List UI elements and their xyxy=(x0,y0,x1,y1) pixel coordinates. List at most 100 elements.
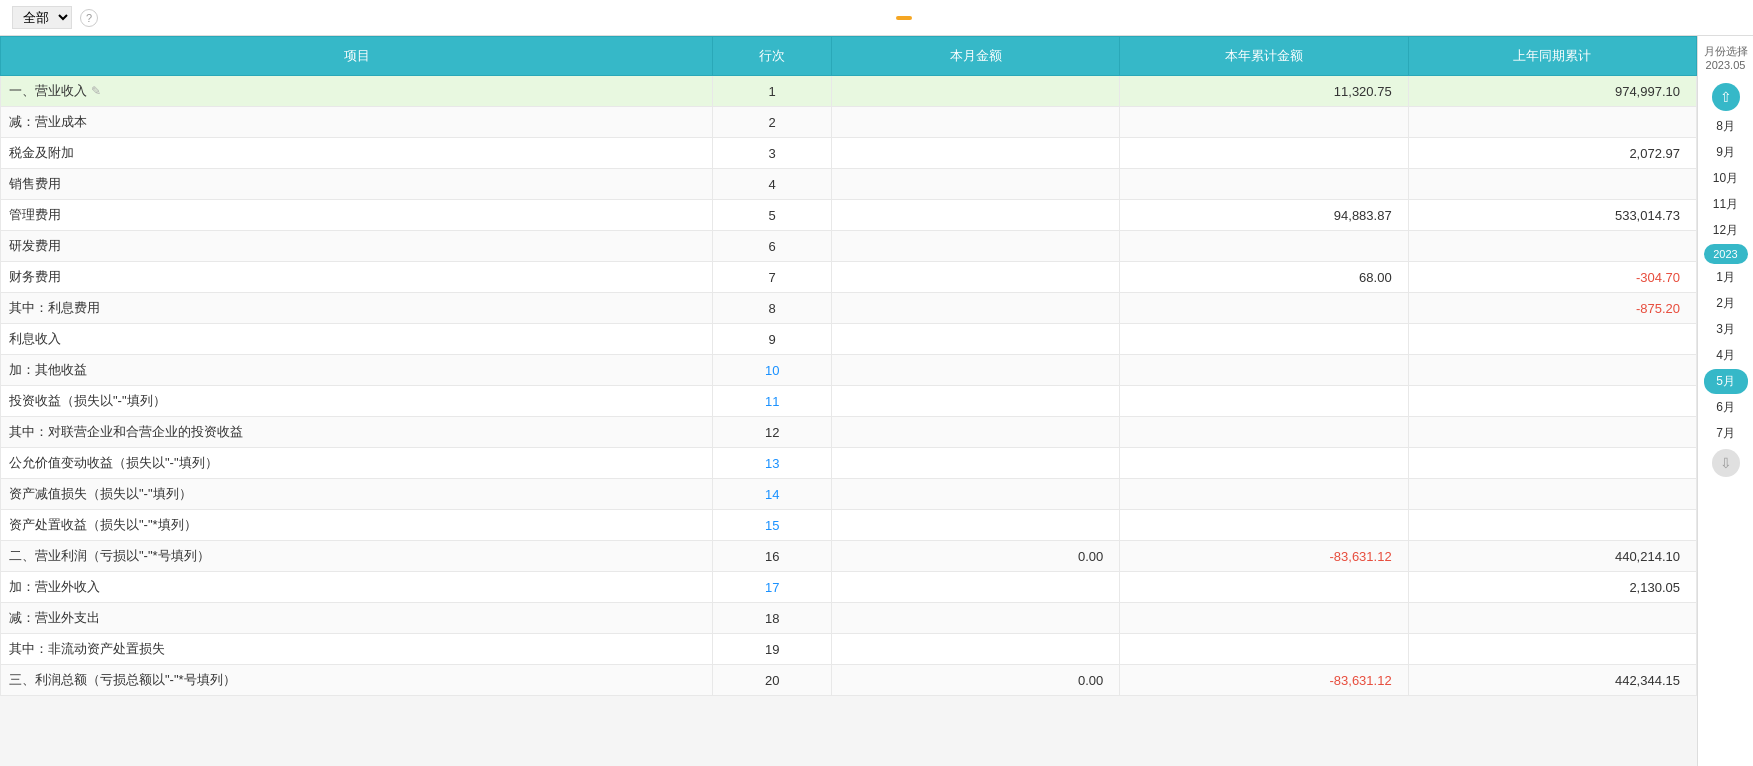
header-month: 本月金额 xyxy=(832,37,1120,76)
cell-month: 0.00 xyxy=(832,665,1120,696)
month-item[interactable]: 6月 xyxy=(1704,395,1748,420)
month-item[interactable]: 12月 xyxy=(1704,218,1748,243)
month-item[interactable]: 3月 xyxy=(1704,317,1748,342)
cell-row-number: 1 xyxy=(713,76,832,107)
cell-item: 其中：利息费用 xyxy=(1,293,713,324)
report-table: 项目 行次 本月金额 本年累计金额 上年同期累计 一、营业收入✎111,320.… xyxy=(0,36,1697,696)
cell-prev xyxy=(1408,479,1696,510)
cell-month xyxy=(832,572,1120,603)
cell-month xyxy=(832,417,1120,448)
cell-year xyxy=(1120,572,1408,603)
month-item[interactable]: 2023 xyxy=(1704,244,1748,264)
table-row: 其中：对联营企业和合营企业的投资收益12 xyxy=(1,417,1697,448)
cell-year xyxy=(1120,448,1408,479)
cell-item: 管理费用 xyxy=(1,200,713,231)
month-item[interactable]: 1月 xyxy=(1704,265,1748,290)
cell-item: 二、营业利润（亏损以"-"*号填列） xyxy=(1,541,713,572)
cell-prev: 2,130.05 xyxy=(1408,572,1696,603)
cell-row-number: 14 xyxy=(713,479,832,510)
table-row: 加：其他收益10 xyxy=(1,355,1697,386)
cell-row-number: 10 xyxy=(713,355,832,386)
cell-row-number: 4 xyxy=(713,169,832,200)
month-item[interactable]: 8月 xyxy=(1704,114,1748,139)
cell-month xyxy=(832,76,1120,107)
cell-month xyxy=(832,386,1120,417)
table-row: 其中：利息费用8-875.20 xyxy=(1,293,1697,324)
cell-month xyxy=(832,634,1120,665)
cell-prev: 442,344.15 xyxy=(1408,665,1696,696)
cell-year xyxy=(1120,324,1408,355)
cell-prev xyxy=(1408,510,1696,541)
cell-prev xyxy=(1408,448,1696,479)
cell-prev xyxy=(1408,417,1696,448)
main-container: 项目 行次 本月金额 本年累计金额 上年同期累计 一、营业收入✎111,320.… xyxy=(0,36,1753,766)
table-row: 研发费用6 xyxy=(1,231,1697,262)
cell-prev xyxy=(1408,603,1696,634)
cell-month xyxy=(832,603,1120,634)
cell-prev xyxy=(1408,169,1696,200)
header-prev: 上年同期累计 xyxy=(1408,37,1696,76)
cell-item: 加：营业外收入 xyxy=(1,572,713,603)
table-row: 三、利润总额（亏损总额以"-"*号填列）200.00-83,631.12442,… xyxy=(1,665,1697,696)
top-bar: 全部 ? xyxy=(0,0,1753,36)
table-row: 投资收益（损失以"-"填列）11 xyxy=(1,386,1697,417)
cell-row-number: 13 xyxy=(713,448,832,479)
month-item[interactable]: 11月 xyxy=(1704,192,1748,217)
cell-prev: 2,072.97 xyxy=(1408,138,1696,169)
table-row: 其中：非流动资产处置损失19 xyxy=(1,634,1697,665)
month-nav-down[interactable]: ⇩ xyxy=(1712,449,1740,477)
top-bar-left: 全部 ? xyxy=(12,6,98,29)
cell-month xyxy=(832,293,1120,324)
cell-row-number: 3 xyxy=(713,138,832,169)
cell-item: 投资收益（损失以"-"填列） xyxy=(1,386,713,417)
table-row: 管理费用594,883.87533,014.73 xyxy=(1,200,1697,231)
cell-row-number: 12 xyxy=(713,417,832,448)
edit-icon[interactable]: ✎ xyxy=(91,84,101,98)
cell-year xyxy=(1120,138,1408,169)
cell-item: 一、营业收入✎ xyxy=(1,76,713,107)
cell-prev xyxy=(1408,107,1696,138)
month-item[interactable]: 7月 xyxy=(1704,421,1748,446)
cell-prev: 440,214.10 xyxy=(1408,541,1696,572)
cell-prev xyxy=(1408,634,1696,665)
cell-row-number: 6 xyxy=(713,231,832,262)
month-item[interactable]: 10月 xyxy=(1704,166,1748,191)
cell-row-number: 19 xyxy=(713,634,832,665)
cell-row-number: 9 xyxy=(713,324,832,355)
cell-prev xyxy=(1408,386,1696,417)
cell-month xyxy=(832,200,1120,231)
cell-prev: 974,997.10 xyxy=(1408,76,1696,107)
cell-item: 资产处置收益（损失以"-"*填列） xyxy=(1,510,713,541)
cell-prev xyxy=(1408,324,1696,355)
cell-year xyxy=(1120,510,1408,541)
cell-row-number: 20 xyxy=(713,665,832,696)
table-row: 二、营业利润（亏损以"-"*号填列）160.00-83,631.12440,21… xyxy=(1,541,1697,572)
cell-row-number: 7 xyxy=(713,262,832,293)
cell-month: 0.00 xyxy=(832,541,1120,572)
month-nav-up[interactable]: ⇧ xyxy=(1712,83,1740,111)
cell-year xyxy=(1120,386,1408,417)
cell-year xyxy=(1120,479,1408,510)
cell-item: 公允价值变动收益（损失以"-"填列） xyxy=(1,448,713,479)
cell-year xyxy=(1120,169,1408,200)
help-icon[interactable]: ? xyxy=(80,9,98,27)
cell-item: 三、利润总额（亏损总额以"-"*号填列） xyxy=(1,665,713,696)
month-item[interactable]: 9月 xyxy=(1704,140,1748,165)
month-item[interactable]: 2月 xyxy=(1704,291,1748,316)
cell-prev: 533,014.73 xyxy=(1408,200,1696,231)
month-item[interactable]: 4月 xyxy=(1704,343,1748,368)
table-row: 公允价值变动收益（损失以"-"填列）13 xyxy=(1,448,1697,479)
cell-year xyxy=(1120,634,1408,665)
cell-item: 其中：非流动资产处置损失 xyxy=(1,634,713,665)
cell-item: 利息收入 xyxy=(1,324,713,355)
cell-month xyxy=(832,448,1120,479)
cell-row-number: 11 xyxy=(713,386,832,417)
cell-prev xyxy=(1408,231,1696,262)
category-dropdown[interactable]: 全部 xyxy=(12,6,72,29)
cell-month xyxy=(832,107,1120,138)
status-badge xyxy=(896,16,912,20)
header-year: 本年累计金额 xyxy=(1120,37,1408,76)
cell-year: -83,631.12 xyxy=(1120,541,1408,572)
month-item[interactable]: 5月 xyxy=(1704,369,1748,394)
cell-item: 减：营业外支出 xyxy=(1,603,713,634)
